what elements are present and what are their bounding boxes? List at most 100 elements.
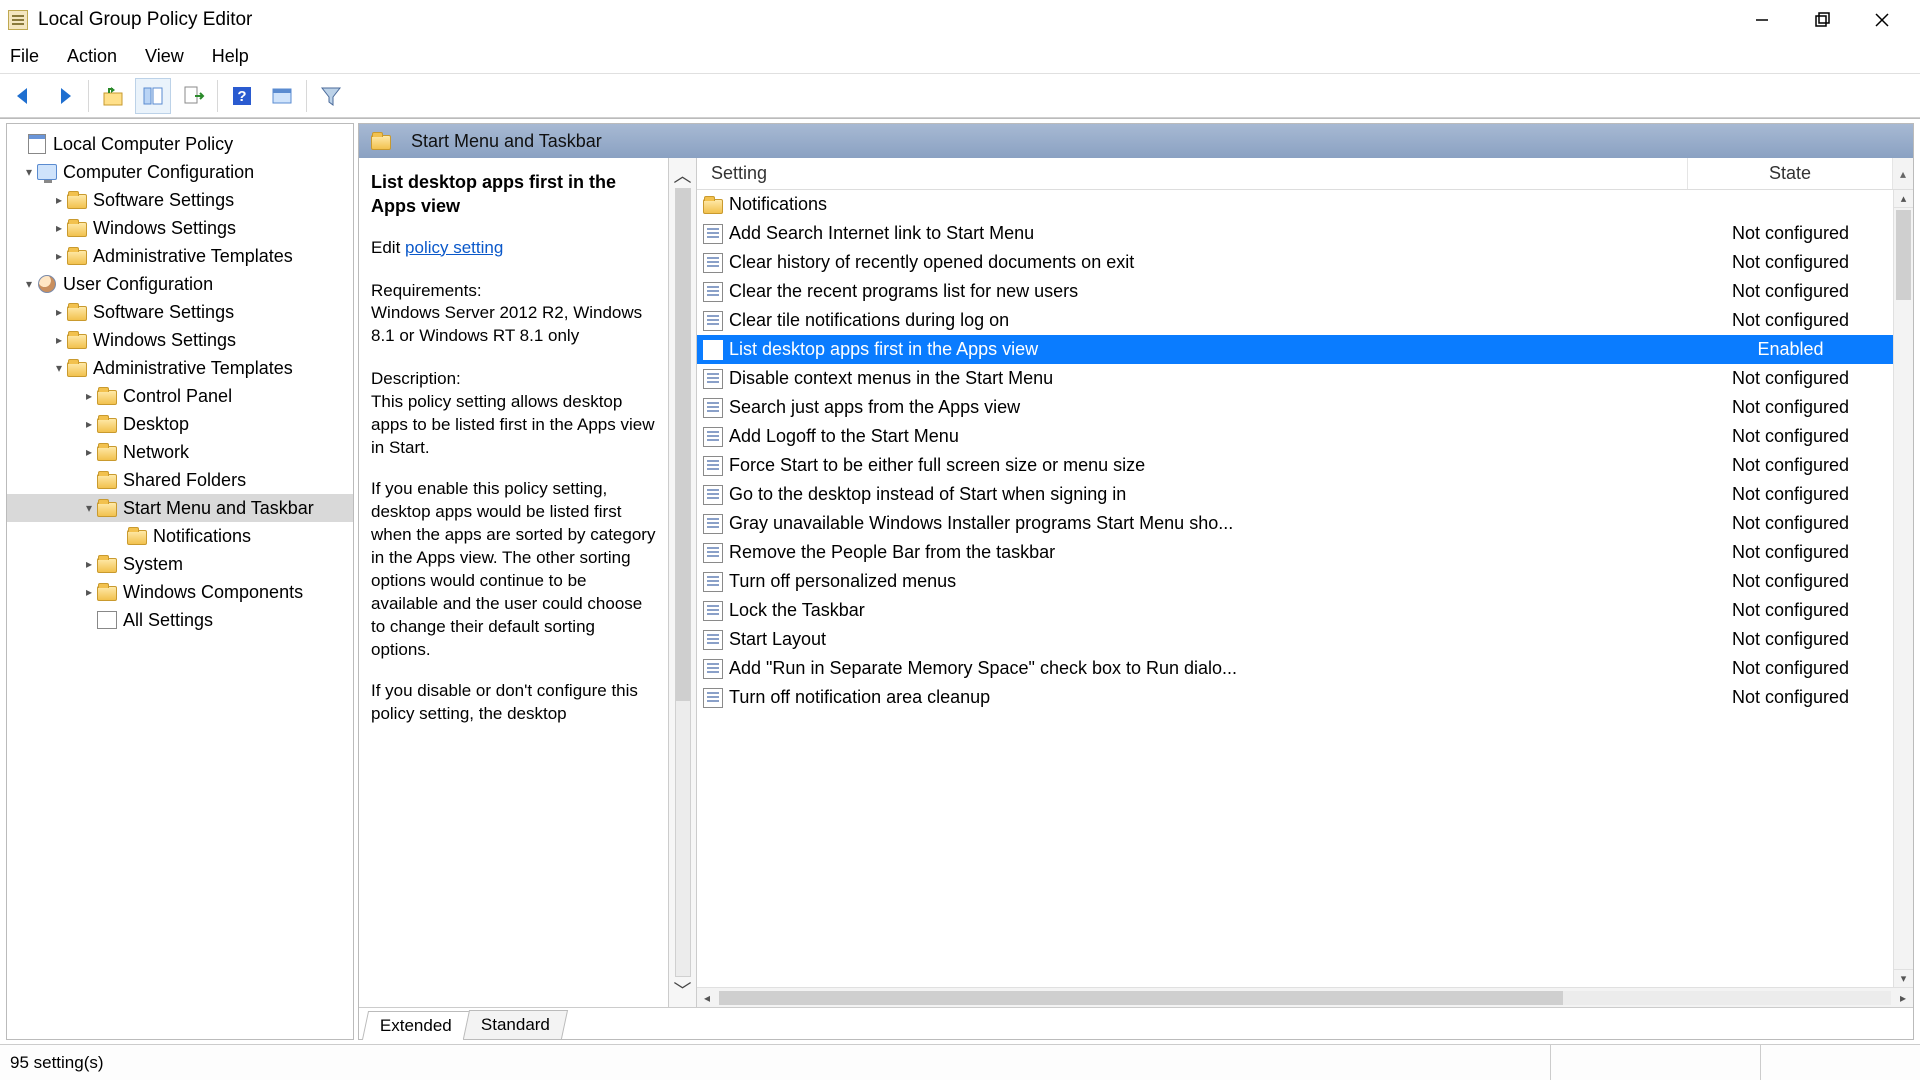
setting-row[interactable]: Search just apps from the Apps view Not c… [697,393,1893,422]
scroll-thumb[interactable] [1896,210,1911,300]
setting-row[interactable]: List desktop apps first in the Apps view… [697,335,1893,364]
setting-row[interactable]: Force Start to be either full screen siz… [697,451,1893,480]
scroll-up-icon[interactable]: ︿ [674,162,692,188]
tree-shared-folders[interactable]: Shared Folders [7,466,353,494]
tree-system[interactable]: ▸ System [7,550,353,578]
scroll-thumb[interactable] [676,189,690,701]
scroll-up-icon[interactable]: ▴ [1894,190,1913,208]
column-setting[interactable]: Setting [697,158,1688,189]
minimize-button[interactable] [1732,2,1792,38]
setting-state: Not configured [1688,542,1893,563]
forward-button[interactable] [46,78,82,114]
setting-row[interactable]: Turn off notification area cleanupNot co… [697,683,1893,712]
setting-state: Not configured [1688,252,1893,273]
maximize-button[interactable] [1792,2,1852,38]
status-count: 95 setting(s) [10,1053,104,1073]
export-list-button[interactable] [175,78,211,114]
setting-row[interactable]: Disable context menus in the Start MenuN… [697,364,1893,393]
tree-user-software[interactable]: ▸ Software Settings [7,298,353,326]
tree-start-menu-taskbar[interactable]: ▾ Start Menu and Taskbar [7,494,353,522]
back-button[interactable] [6,78,42,114]
menu-action[interactable]: Action [67,46,117,67]
up-one-level-button[interactable] [95,78,131,114]
setting-name: Lock the Taskbar [729,600,865,621]
policy-icon [703,543,723,563]
tree-user-config[interactable]: ▾ User Configuration [7,270,353,298]
tree-comp-software[interactable]: ▸ Software Settings [7,186,353,214]
setting-row[interactable]: Add "Run in Separate Memory Space" check… [697,654,1893,683]
scroll-left-icon[interactable]: ◂ [697,991,717,1005]
help-button[interactable]: ? [224,78,260,114]
menu-help[interactable]: Help [212,46,249,67]
show-hide-tree-button[interactable] [135,78,171,114]
setting-row[interactable]: Clear the recent programs list for new u… [697,277,1893,306]
setting-name: Search just apps from the Apps view [729,397,1020,418]
tree-root[interactable]: Local Computer Policy [7,130,353,158]
setting-name: Turn off personalized menus [729,571,956,592]
tree-comp-windows[interactable]: ▸ Windows Settings [7,214,353,242]
setting-state: Not configured [1688,455,1893,476]
setting-row[interactable]: Lock the TaskbarNot configured [697,596,1893,625]
list-horizontal-scrollbar[interactable]: ◂ ▸ [697,987,1913,1007]
list-vertical-scrollbar[interactable]: ▴ ▾ [1893,190,1913,987]
menu-view[interactable]: View [145,46,184,67]
setting-row[interactable]: Remove the People Bar from the taskbarNo… [697,538,1893,567]
tree-computer-config[interactable]: ▾ Computer Configuration [7,158,353,186]
category-header: Start Menu and Taskbar [359,124,1913,158]
setting-name: Disable context menus in the Start Menu [729,368,1053,389]
policy-icon [703,572,723,592]
setting-name: Start Layout [729,629,826,650]
tree-all-settings[interactable]: All Settings [7,606,353,634]
column-headers: Setting State ▴ [697,158,1913,190]
setting-name: Add Search Internet link to Start Menu [729,223,1034,244]
tree-control-panel[interactable]: ▸ Control Panel [7,382,353,410]
tree-user-windows[interactable]: ▸ Windows Settings [7,326,353,354]
setting-row[interactable]: Gray unavailable Windows Installer progr… [697,509,1893,538]
setting-row[interactable]: Add Logoff to the Start MenuNot configur… [697,422,1893,451]
description-scrollbar[interactable]: ︿ ﹀ [669,158,697,1007]
close-button[interactable] [1852,2,1912,38]
folder-icon [703,199,723,214]
setting-row[interactable]: Notifications [697,190,1893,219]
policy-icon [703,630,723,650]
setting-name: List desktop apps first in the Apps view [729,339,1038,360]
setting-row[interactable]: Turn off personalized menusNot configure… [697,567,1893,596]
scroll-thumb[interactable] [719,991,1563,1005]
setting-state: Not configured [1688,426,1893,447]
setting-row[interactable]: Clear tile notifications during log on No… [697,306,1893,335]
menu-file[interactable]: File [10,46,39,67]
view-tabs: Extended Standard [359,1007,1913,1039]
setting-row[interactable]: Clear history of recently opened documen… [697,248,1893,277]
tab-extended[interactable]: Extended [362,1011,470,1040]
scroll-down-icon[interactable]: ﹀ [674,977,692,1003]
tree-notifications[interactable]: Notifications [7,522,353,550]
policy-icon [703,485,723,505]
tree-windows-components[interactable]: ▸ Windows Components [7,578,353,606]
column-state[interactable]: State [1688,158,1893,189]
tree-user-admin[interactable]: ▾ Administrative Templates [7,354,353,382]
policy-icon [703,311,723,331]
edit-policy-link[interactable]: policy setting [405,238,503,257]
scroll-right-icon[interactable]: ▸ [1893,991,1913,1005]
setting-state: Not configured [1688,484,1893,505]
selected-policy-title: List desktop apps first in the Apps view [371,170,656,219]
setting-state: Not configured [1688,310,1893,331]
setting-row[interactable]: Start LayoutNot configured [697,625,1893,654]
properties-button[interactable] [264,78,300,114]
policy-icon [703,224,723,244]
setting-row[interactable]: Add Search Internet link to Start MenuNo… [697,219,1893,248]
tree-network[interactable]: ▸ Network [7,438,353,466]
setting-state: Not configured [1688,397,1893,418]
filter-button[interactable] [313,78,349,114]
setting-name: Clear history of recently opened documen… [729,252,1134,273]
navigation-tree[interactable]: Local Computer Policy ▾ Computer Configu… [6,123,354,1040]
scroll-down-icon[interactable]: ▾ [1894,969,1913,987]
setting-name: Clear tile notifications during log on [729,310,1009,331]
tree-desktop[interactable]: ▸ Desktop [7,410,353,438]
setting-row[interactable]: Go to the desktop instead of Start when … [697,480,1893,509]
tree-label: Local Computer Policy [53,134,241,155]
policy-icon [703,427,723,447]
tab-standard[interactable]: Standard [463,1010,568,1039]
list-scroll-up-icon[interactable]: ▴ [1893,158,1913,189]
tree-comp-admin[interactable]: ▸ Administrative Templates [7,242,353,270]
